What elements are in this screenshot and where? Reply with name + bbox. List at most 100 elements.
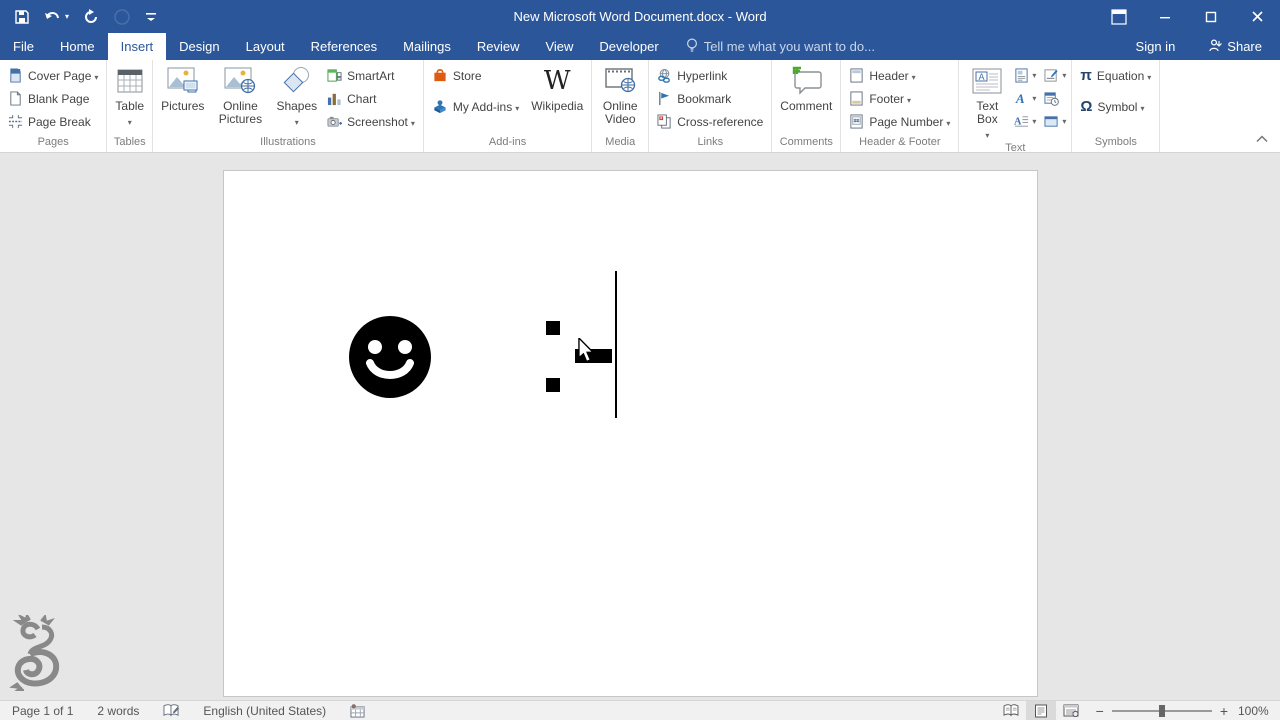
- drop-cap-button[interactable]: A: [1012, 110, 1038, 133]
- tab-file[interactable]: File: [0, 33, 47, 60]
- object-button[interactable]: [1042, 110, 1068, 133]
- zoom-in-icon[interactable]: +: [1220, 703, 1228, 719]
- equation-icon: π: [1080, 67, 1092, 84]
- tab-references[interactable]: References: [298, 33, 390, 60]
- repeat-icon[interactable]: [83, 8, 99, 25]
- table-icon: [116, 65, 144, 97]
- collapse-ribbon-button[interactable]: [1256, 60, 1280, 152]
- group-label-media: Media: [605, 136, 636, 148]
- group-symbols: π Equation Ω Symbol Symbols: [1072, 60, 1161, 152]
- table-button[interactable]: Table: [110, 62, 149, 128]
- touch-mode-icon[interactable]: [113, 8, 131, 26]
- tab-mailings[interactable]: Mailings: [390, 33, 464, 60]
- proofing-status[interactable]: [151, 703, 191, 718]
- chart-button[interactable]: Chart: [322, 87, 420, 110]
- zoom-slider[interactable]: [1111, 704, 1212, 717]
- group-label-tables: Tables: [113, 136, 146, 148]
- tell-me-box[interactable]: Tell me what you want to do...: [686, 33, 875, 60]
- group-tables: Table Tables: [107, 60, 154, 152]
- online-pictures-button[interactable]: Online Pictures: [209, 62, 271, 126]
- bookmark-button[interactable]: Bookmark: [652, 87, 768, 110]
- tab-developer[interactable]: Developer: [586, 33, 671, 60]
- tab-view[interactable]: View: [532, 33, 586, 60]
- customize-qat-icon[interactable]: [145, 10, 157, 24]
- share-button[interactable]: Share: [1191, 33, 1280, 60]
- smartart-button[interactable]: SmartArt: [322, 64, 420, 87]
- ribbon-tab-row: File Home Insert Design Layout Reference…: [0, 33, 1280, 60]
- ribbon-display-options-icon[interactable]: [1096, 0, 1142, 33]
- tab-review[interactable]: Review: [464, 33, 533, 60]
- person-icon: [1209, 38, 1223, 55]
- dragon-watermark: [8, 612, 66, 694]
- online-video-button[interactable]: Online Video: [595, 62, 645, 126]
- save-icon[interactable]: [14, 9, 30, 25]
- group-pages: Cover Page Blank Page Page Break Pages: [0, 60, 108, 152]
- date-time-icon: [1044, 92, 1060, 106]
- zoom-out-icon[interactable]: −: [1096, 703, 1104, 719]
- sign-in-link[interactable]: Sign in: [1120, 39, 1192, 54]
- my-addins-button[interactable]: My Add-ins: [427, 95, 526, 118]
- object-icon: [1044, 116, 1058, 127]
- tab-home[interactable]: Home: [47, 33, 108, 60]
- macro-recording-button[interactable]: [338, 703, 377, 718]
- close-button[interactable]: [1234, 0, 1280, 33]
- quick-access-toolbar: [0, 8, 157, 26]
- tab-layout[interactable]: Layout: [233, 33, 298, 60]
- maximize-button[interactable]: [1188, 0, 1234, 33]
- selection-handle[interactable]: [546, 378, 560, 392]
- comment-button[interactable]: Comment: [775, 62, 837, 113]
- pictures-button[interactable]: Pictures: [156, 62, 209, 113]
- zoom-percentage[interactable]: 100%: [1238, 704, 1280, 718]
- page-break-icon: [8, 114, 23, 129]
- footer-button[interactable]: Footer: [844, 87, 955, 110]
- tab-insert[interactable]: Insert: [107, 33, 167, 60]
- read-mode-button[interactable]: [996, 701, 1026, 720]
- equation-button[interactable]: π Equation: [1075, 64, 1156, 87]
- header-button[interactable]: Header: [844, 64, 955, 87]
- selection-handle[interactable]: [546, 321, 560, 335]
- blank-page-button[interactable]: Blank Page: [3, 87, 103, 110]
- screenshot-icon: [327, 116, 343, 127]
- wordart-button[interactable]: A: [1012, 87, 1038, 110]
- cover-page-button[interactable]: Cover Page: [3, 64, 103, 87]
- screenshot-button[interactable]: Screenshot: [322, 110, 420, 133]
- group-label-symbols: Symbols: [1094, 136, 1137, 148]
- tab-design[interactable]: Design: [166, 33, 232, 60]
- minimize-button[interactable]: [1142, 0, 1188, 33]
- text-box-button[interactable]: A Text Box: [962, 62, 1012, 141]
- print-layout-button[interactable]: [1025, 701, 1056, 720]
- quick-parts-icon: [1015, 68, 1028, 83]
- pictures-icon: [167, 65, 199, 97]
- page-number-button[interactable]: Page Number: [844, 110, 955, 133]
- smiley-face-shape[interactable]: [348, 315, 432, 402]
- page-break-button[interactable]: Page Break: [3, 110, 103, 133]
- word-count[interactable]: 2 words: [85, 704, 151, 718]
- blank-page-icon: [10, 91, 21, 106]
- online-pictures-icon: [224, 65, 256, 97]
- document-page[interactable]: [223, 170, 1038, 697]
- vertical-line-shape[interactable]: [615, 271, 617, 418]
- language-indicator[interactable]: English (United States): [191, 704, 338, 718]
- signature-line-button[interactable]: [1042, 64, 1068, 87]
- quick-parts-button[interactable]: [1012, 64, 1038, 87]
- date-time-button[interactable]: [1042, 87, 1068, 110]
- cover-page-icon: [10, 68, 21, 83]
- view-shortcuts: [996, 701, 1086, 720]
- wikipedia-button[interactable]: W Wikipedia: [526, 62, 588, 113]
- undo-icon[interactable]: [44, 10, 69, 24]
- store-button[interactable]: Store: [427, 64, 526, 87]
- window-controls: [1096, 0, 1280, 33]
- shapes-button[interactable]: Shapes: [271, 62, 322, 128]
- hyperlink-button[interactable]: Hyperlink: [652, 64, 768, 87]
- web-layout-button[interactable]: [1056, 701, 1086, 720]
- cross-reference-icon: [657, 114, 671, 129]
- page-indicator[interactable]: Page 1 of 1: [0, 704, 85, 718]
- smartart-icon: [327, 69, 342, 82]
- group-addins: Store My Add-ins W Wikipedia Add-ins: [424, 60, 593, 152]
- symbol-button[interactable]: Ω Symbol: [1075, 95, 1156, 118]
- cross-reference-button[interactable]: Cross-reference: [652, 110, 768, 133]
- text-box-icon: A: [972, 65, 1002, 97]
- share-label: Share: [1227, 39, 1262, 54]
- zoom-slider-handle[interactable]: [1158, 704, 1165, 717]
- my-addins-icon: [434, 100, 446, 114]
